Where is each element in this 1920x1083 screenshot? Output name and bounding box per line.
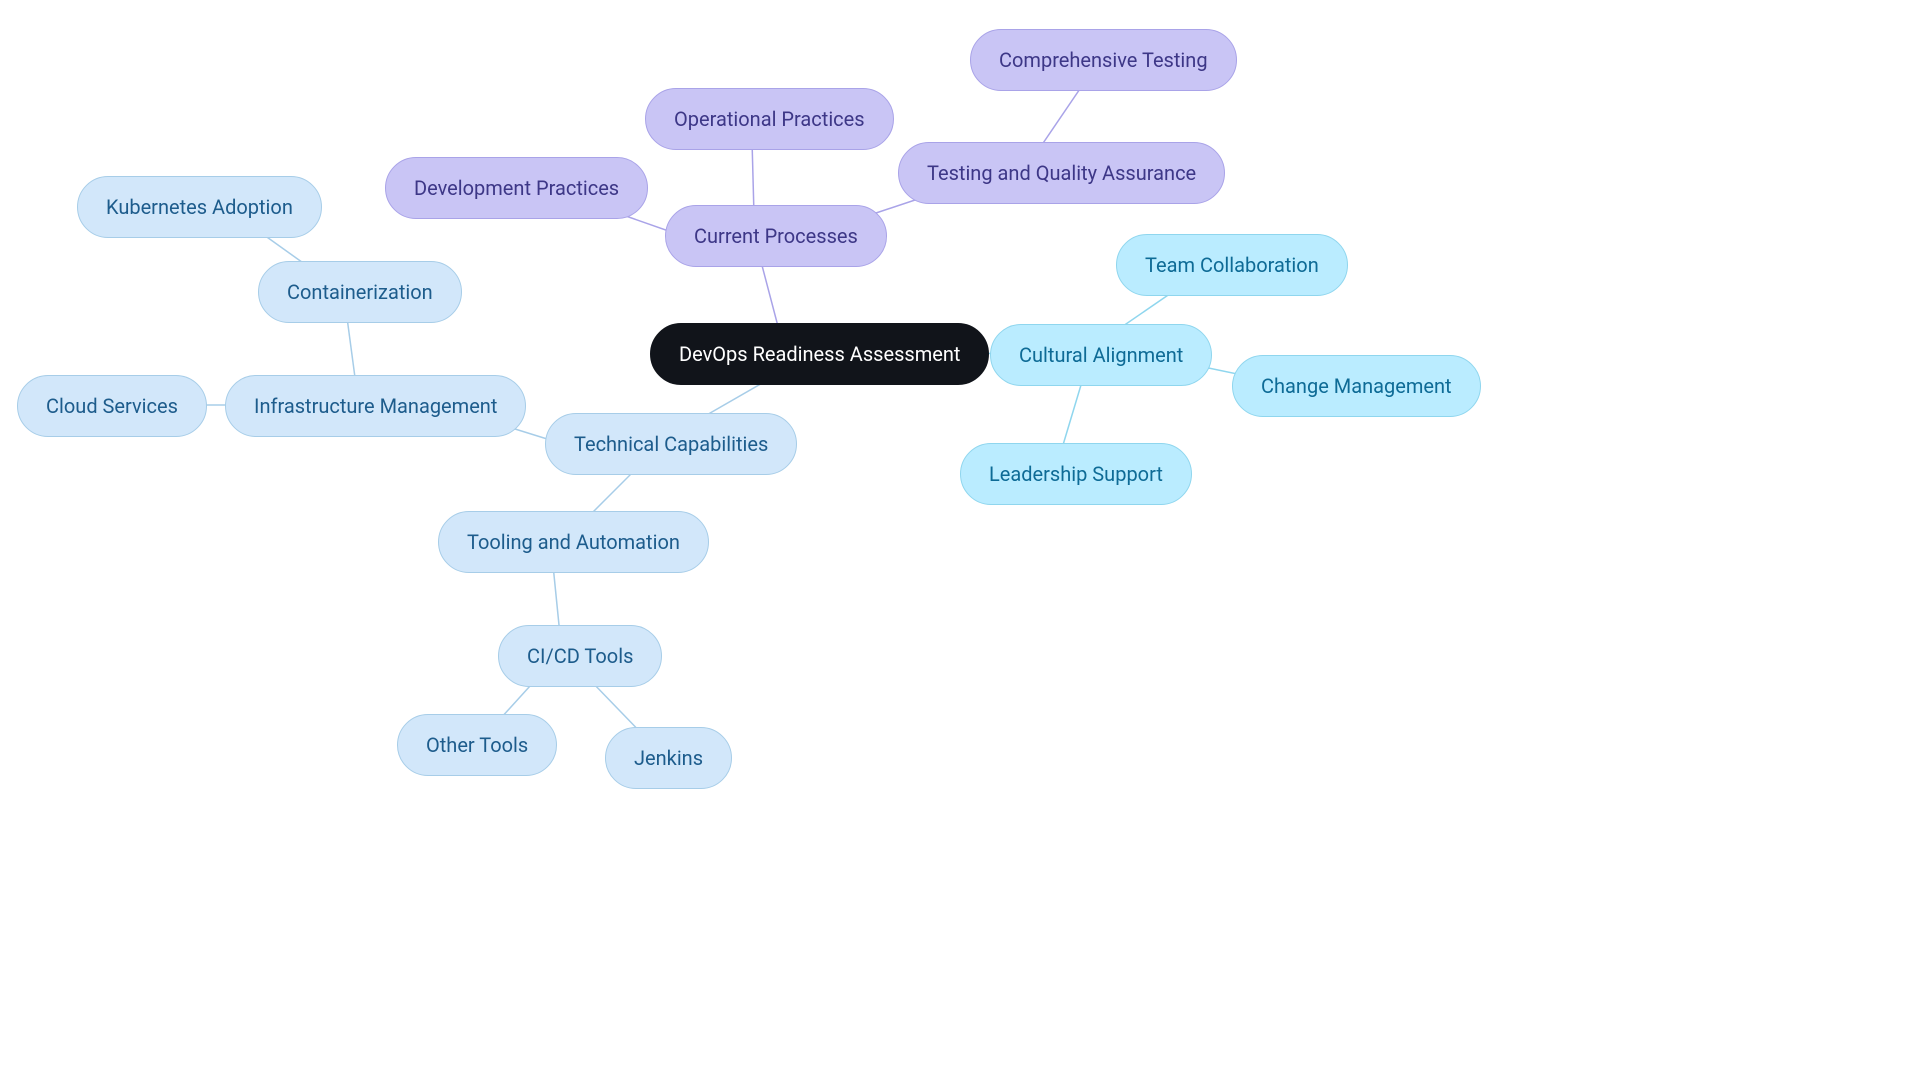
node-testing-qa[interactable]: Testing and Quality Assurance — [898, 142, 1225, 204]
node-comprehensive-testing[interactable]: Comprehensive Testing — [970, 29, 1237, 91]
node-root[interactable]: DevOps Readiness Assessment — [650, 323, 989, 385]
node-current-processes[interactable]: Current Processes — [665, 205, 887, 267]
node-label: Containerization — [287, 280, 433, 304]
node-label: Development Practices — [414, 176, 619, 200]
node-label: Tooling and Automation — [467, 530, 680, 554]
node-label: Jenkins — [634, 746, 703, 770]
node-root-label: DevOps Readiness Assessment — [679, 342, 960, 366]
node-development-practices[interactable]: Development Practices — [385, 157, 648, 219]
node-leadership-support[interactable]: Leadership Support — [960, 443, 1192, 505]
node-kubernetes-adoption[interactable]: Kubernetes Adoption — [77, 176, 322, 238]
node-label: Change Management — [1261, 374, 1452, 398]
node-label: Testing and Quality Assurance — [927, 161, 1196, 185]
node-label: Kubernetes Adoption — [106, 195, 293, 219]
node-label: Operational Practices — [674, 107, 865, 131]
node-label: Technical Capabilities — [574, 432, 768, 456]
node-label: Cloud Services — [46, 394, 178, 418]
node-label: Team Collaboration — [1145, 253, 1319, 277]
node-other-tools[interactable]: Other Tools — [397, 714, 557, 776]
node-infrastructure-management[interactable]: Infrastructure Management — [225, 375, 526, 437]
node-jenkins[interactable]: Jenkins — [605, 727, 732, 789]
node-label: Cultural Alignment — [1019, 343, 1183, 367]
node-operational-practices[interactable]: Operational Practices — [645, 88, 894, 150]
node-label: CI/CD Tools — [527, 644, 633, 668]
node-team-collaboration[interactable]: Team Collaboration — [1116, 234, 1348, 296]
node-label: Comprehensive Testing — [999, 48, 1208, 72]
node-technical-capabilities[interactable]: Technical Capabilities — [545, 413, 797, 475]
node-label: Infrastructure Management — [254, 394, 497, 418]
node-cicd-tools[interactable]: CI/CD Tools — [498, 625, 662, 687]
node-tooling-automation[interactable]: Tooling and Automation — [438, 511, 709, 573]
node-change-management[interactable]: Change Management — [1232, 355, 1481, 417]
node-containerization[interactable]: Containerization — [258, 261, 462, 323]
node-label: Other Tools — [426, 733, 528, 757]
node-label: Leadership Support — [989, 462, 1163, 486]
node-label: Current Processes — [694, 224, 858, 248]
node-cultural-alignment[interactable]: Cultural Alignment — [990, 324, 1212, 386]
node-cloud-services[interactable]: Cloud Services — [17, 375, 207, 437]
